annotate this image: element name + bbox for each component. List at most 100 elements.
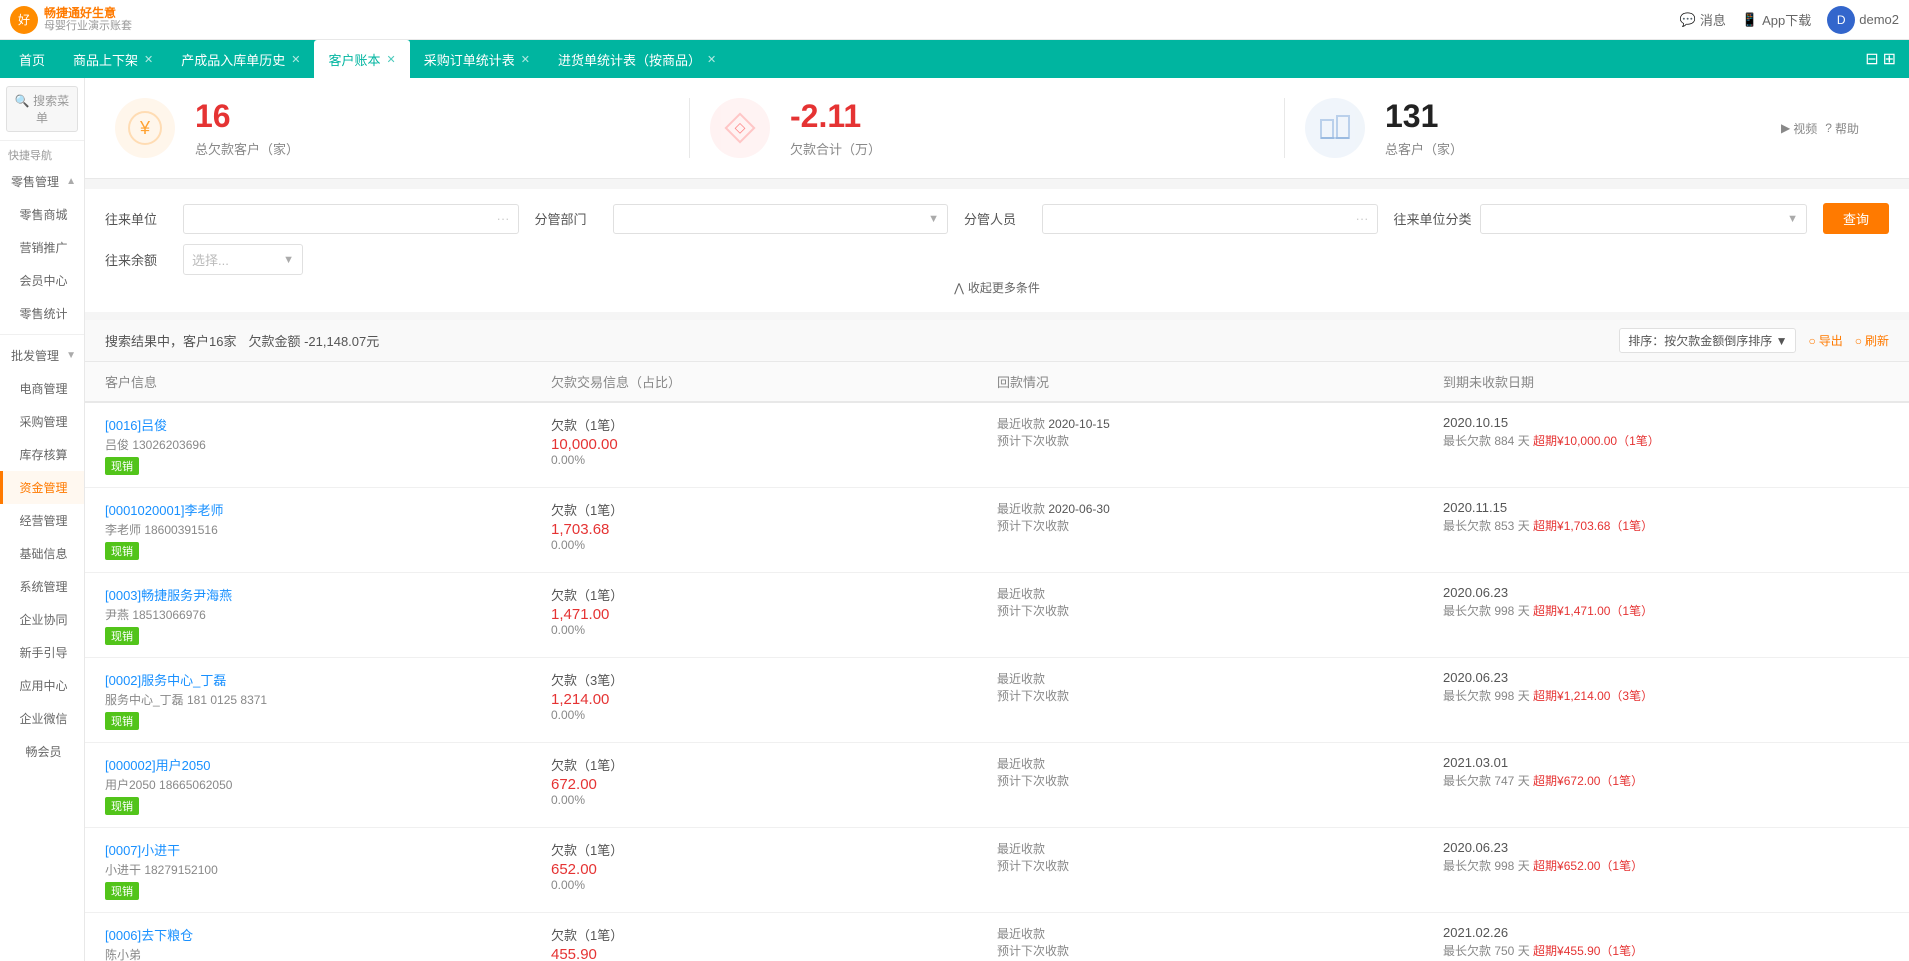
sidebar-item-retail-stats[interactable]: 零售统计 (0, 297, 84, 330)
close-customer-account-icon[interactable]: ✕ (387, 53, 396, 66)
stat-card-total: 131 总客户（家） ▶ 视频 ? 帮助 (1285, 98, 1879, 158)
balance-placeholder: 选择... (192, 250, 229, 269)
window-restore-icon[interactable]: ⊟ (1865, 49, 1878, 69)
export-button[interactable]: ○ 导出 (1808, 332, 1842, 349)
export-label: 导出 (1819, 332, 1843, 349)
next-collection-5: 预计下次收款 (997, 857, 1443, 874)
max-overdue-1: 最长欠款 853 天 超期¥1,703.68（1笔） (1443, 517, 1889, 534)
sidebar-item-retail-store[interactable]: 零售商城 (0, 198, 84, 231)
customer-phone-1: 李老师 18600391516 (105, 521, 551, 538)
customer-name-0[interactable]: [0016]吕俊 (105, 418, 167, 433)
filter-input-person[interactable]: ··· (1042, 204, 1378, 234)
sort-select[interactable]: 排序：按欠款金额倒序排序 ▼ (1619, 328, 1796, 353)
sidebar-item-vip-member[interactable]: 畅会员 (0, 735, 84, 768)
app-download-label: App下载 (1762, 10, 1811, 29)
refresh-button[interactable]: ○ 刷新 (1855, 332, 1889, 349)
tab-customer-account[interactable]: 客户账本 ✕ (314, 40, 409, 78)
overdue-link-2[interactable]: 超期¥1,471.00（1笔） (1533, 604, 1653, 618)
last-collection-2: 最近收款 (997, 585, 1443, 602)
collection-2: 最近收款 预计下次收款 (997, 585, 1443, 619)
customer-name-2[interactable]: [0003]畅捷服务尹海燕 (105, 588, 232, 603)
overdue-link-3[interactable]: 超期¥1,214.00（3笔） (1533, 689, 1653, 703)
sidebar-item-enterprise-collab[interactable]: 企业协同 (0, 603, 84, 636)
overdue-link-1[interactable]: 超期¥1,703.68（1笔） (1533, 519, 1653, 533)
video-button[interactable]: ▶ 视频 (1781, 120, 1817, 137)
sidebar-item-system-mgmt[interactable]: 系统管理 (0, 570, 84, 603)
search-button[interactable]: 查询 (1823, 203, 1889, 234)
tab-production[interactable]: 产成品入库单历史 ✕ (167, 40, 314, 78)
sidebar-item-member-center[interactable]: 会员中心 (0, 264, 84, 297)
tab-products[interactable]: 商品上下架 ✕ (59, 40, 167, 78)
sidebar-item-ops-mgmt[interactable]: 经营管理 (0, 504, 84, 537)
app-download-button[interactable]: 📱 App下载 (1742, 10, 1811, 29)
message-button[interactable]: 💬 消息 (1680, 10, 1726, 29)
filter-item-category: 往来单位分类 ▼ (1394, 204, 1808, 234)
tab-stock-report[interactable]: 进货单统计表（按商品） ✕ (544, 40, 730, 78)
customer-phone-2: 尹燕 18513066976 (105, 606, 551, 623)
debt-info-6: 欠款（1笔） 455.90 0.00% (551, 925, 997, 961)
last-collection-3: 最近收款 (997, 670, 1443, 687)
next-collection-4: 预计下次收款 (997, 772, 1443, 789)
customer-info-5: [0007]小进干 小进干 18279152100 现销 (105, 840, 551, 900)
debt-count-6: 欠款（1笔） (551, 925, 997, 944)
customer-info-4: [000002]用户2050 用户2050 18665062050 现销 (105, 755, 551, 815)
last-collection-5: 最近收款 (997, 840, 1443, 857)
export-icon: ○ (1808, 334, 1815, 348)
customer-phone-6: 陈小弟 (105, 946, 551, 961)
sidebar-item-retail-mgmt[interactable]: 零售管理▲ (0, 165, 84, 198)
tab-purchase-order[interactable]: 采购订单统计表 ✕ (410, 40, 544, 78)
table-header: 客户信息 欠款交易信息（占比） 回款情况 到期未收款日期 (85, 362, 1909, 403)
overdue-date-3: 2020.06.23 (1443, 670, 1889, 685)
sidebar-item-capital-mgmt[interactable]: 资金管理 (0, 471, 84, 504)
close-purchase-order-icon[interactable]: ✕ (521, 53, 530, 66)
customer-name-1[interactable]: [0001020001]李老师 (105, 503, 224, 518)
window-maximize-icon[interactable]: ⊞ (1883, 49, 1896, 69)
search-menu-label: 搜索菜单 (33, 94, 69, 125)
sidebar-item-enterprise-wechat[interactable]: 企业微信 (0, 702, 84, 735)
customer-name-6[interactable]: [0006]去下粮仓 (105, 928, 193, 943)
due-date-4: 2021.03.01 最长欠款 747 天 超期¥672.00（1笔） (1443, 755, 1889, 789)
sidebar-item-marketing[interactable]: 营销推广 (0, 231, 84, 264)
customer-name-4[interactable]: [000002]用户2050 (105, 758, 211, 773)
filter-select-category[interactable]: ▼ (1480, 204, 1807, 234)
help-button[interactable]: ? 帮助 (1825, 120, 1859, 137)
filter-select-dept[interactable]: ▼ (613, 204, 949, 234)
store-selector[interactable]: 母婴行业演示账套 (44, 20, 132, 33)
search-menu-button[interactable]: 🔍 搜索菜单 (6, 86, 78, 132)
debt-count-0: 欠款（1笔） (551, 415, 997, 434)
stat-info-customers: 16 总欠款客户（家） (195, 98, 669, 158)
customer-name-5[interactable]: [0007]小进干 (105, 843, 180, 858)
close-products-icon[interactable]: ✕ (144, 53, 153, 66)
sidebar-item-ecommerce[interactable]: 电商管理 (0, 372, 84, 405)
overdue-link-5[interactable]: 超期¥652.00（1笔） (1533, 859, 1643, 873)
due-date-1: 2020.11.15 最长欠款 853 天 超期¥1,703.68（1笔） (1443, 500, 1889, 534)
overdue-link-6[interactable]: 超期¥455.90（1笔） (1533, 944, 1643, 958)
sidebar-item-newbie[interactable]: 新手引导 (0, 636, 84, 669)
top-bar-left: 好 畅捷通好生意 母婴行业演示账套 (10, 6, 132, 34)
close-production-icon[interactable]: ✕ (291, 53, 300, 66)
data-table: 客户信息 欠款交易信息（占比） 回款情况 到期未收款日期 [0016]吕俊 吕俊… (85, 362, 1909, 961)
sidebar-item-basic-info[interactable]: 基础信息 (0, 537, 84, 570)
close-stock-report-icon[interactable]: ✕ (707, 53, 716, 66)
filter-input-unit[interactable]: ··· (183, 204, 519, 234)
video-label: 视频 (1793, 120, 1817, 137)
sidebar: 🔍 搜索菜单 快捷导航 零售管理▲ 零售商城 营销推广 会员中心 零售统计 批发… (0, 78, 85, 961)
tab-home[interactable]: 首页 (5, 40, 59, 78)
collapse-button[interactable]: ⋀ 收起更多条件 (954, 279, 1040, 296)
sidebar-item-purchase-mgmt[interactable]: 采购管理 (0, 405, 84, 438)
help-label: 帮助 (1835, 120, 1859, 137)
sidebar-item-app-center[interactable]: 应用中心 (0, 669, 84, 702)
debt-percent-3: 0.00% (551, 708, 997, 722)
customer-tag-1: 现销 (105, 542, 139, 560)
overdue-link-0[interactable]: 超期¥10,000.00（1笔） (1533, 434, 1660, 448)
sidebar-item-inventory[interactable]: 库存核算 (0, 438, 84, 471)
overdue-link-4[interactable]: 超期¥672.00（1笔） (1533, 774, 1643, 788)
sidebar-search-area: 🔍 搜索菜单 (0, 78, 84, 141)
stat-icon-debt: ◇ (710, 98, 770, 158)
user-menu[interactable]: D demo2 (1827, 6, 1899, 34)
top-bar: 好 畅捷通好生意 母婴行业演示账套 💬 消息 📱 App下载 D demo2 (0, 0, 1909, 40)
customer-tag-5: 现销 (105, 882, 139, 900)
customer-name-3[interactable]: [0002]服务中心_丁磊 (105, 673, 226, 688)
filter-select-balance[interactable]: 选择... ▼ (183, 244, 303, 275)
sidebar-item-batch-mgmt[interactable]: 批发管理▼ (0, 339, 84, 372)
